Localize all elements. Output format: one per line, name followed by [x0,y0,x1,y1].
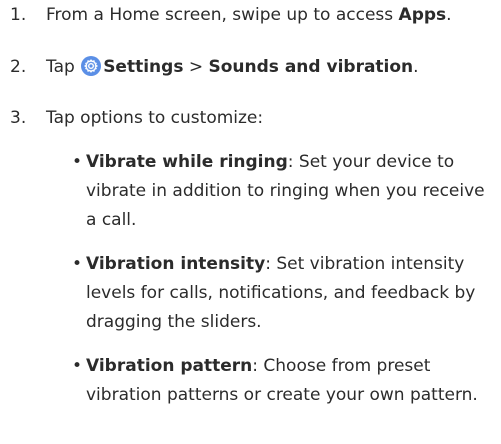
bullet-dot-icon: • [72,152,83,172]
step-text: Tap options to customize: [46,108,264,128]
settings-gear-icon [81,56,102,76]
step-text: From a Home screen, swipe up to access [46,5,399,25]
menu-separator: > [183,57,209,77]
settings-label: Settings [103,57,184,77]
list-item: • Vibrate while ringing: Set your device… [72,148,497,235]
apps-label: Apps [398,5,447,25]
step-number: 3. [10,108,27,128]
step-3: 3. Tap options to customize: [10,108,501,128]
step-number: 1. [10,5,27,25]
step-punct: . [413,57,419,77]
step-number: 2. [10,57,27,77]
step-text: Tap [46,57,81,77]
step-2: 2. Tap Settings > Sounds and vibration. [10,56,501,77]
list-item: • Vibration intensity: Set vibration int… [72,250,497,337]
bullet-dot-icon: • [72,356,83,376]
list-item-text: Vibration pattern: Choose from preset vi… [86,352,497,410]
option-name: Vibration pattern [86,356,253,376]
list-item: • Vibration pattern: Choose from preset … [72,352,497,410]
option-name: Vibration intensity [86,254,266,274]
step-1: 1. From a Home screen, swipe up to access… [10,5,501,25]
list-item-text: Vibrate while ringing: Set your device t… [86,148,497,235]
bullet-dot-icon: • [72,254,83,274]
list-item-text: Vibration intensity: Set vibration inten… [86,250,497,337]
step-punct: . [446,5,452,25]
option-name: Vibrate while ringing [86,152,288,172]
sounds-and-vibration-label: Sounds and vibration [208,57,414,77]
